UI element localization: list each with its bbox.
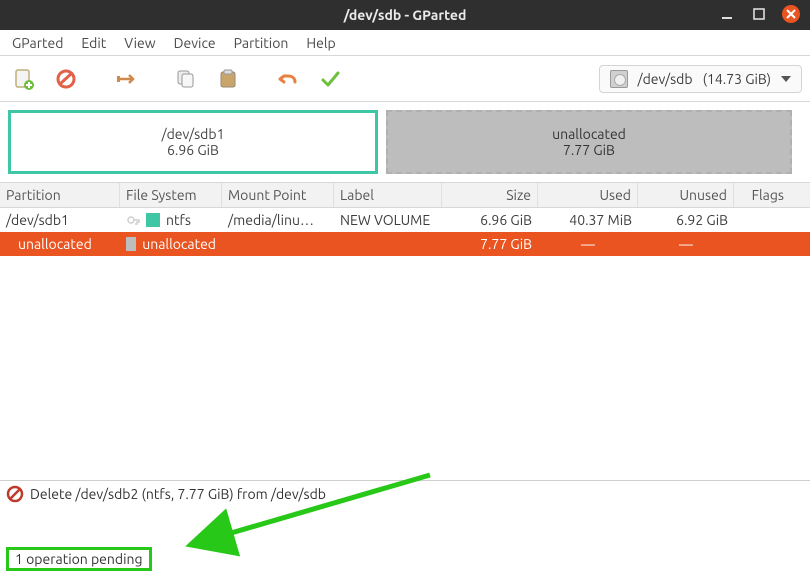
apply-icon [319,68,341,90]
window-title: /dev/sdb - GParted [8,7,802,23]
col-size[interactable]: Size [442,183,538,207]
document-new-icon [13,68,35,90]
cell-used: 40.37 MiB [538,208,638,232]
menu-help[interactable]: Help [306,35,335,51]
cell-mountpoint [222,232,334,256]
window-titlebar: /dev/sdb - GParted [0,0,810,30]
fs-swatch-unallocated [126,237,136,251]
delete-partition-button[interactable] [50,63,82,95]
no-entry-icon [55,68,77,90]
toolbar: /dev/sdb (14.73 GiB) [0,56,810,102]
paste-button[interactable] [212,63,244,95]
col-label[interactable]: Label [334,183,442,207]
cell-partition: /dev/sdb1 [0,208,120,232]
disk-map: /dev/sdb1 6.96 GiB unallocated 7.77 GiB [0,102,810,182]
cell-label [334,232,442,256]
statusbar: 1 operation pending [6,547,152,571]
cell-size: 7.77 GiB [442,232,538,256]
pending-operations: Delete /dev/sdb2 (ntfs, 7.77 GiB) from /… [0,480,810,507]
table-row[interactable]: unallocated unallocated 7.77 GiB — — [0,232,810,256]
window-controls [718,5,800,23]
device-selector[interactable]: /dev/sdb (14.73 GiB) [599,65,802,93]
diskmap-unallocated[interactable]: unallocated 7.77 GiB [386,110,792,174]
cell-used: — [538,232,638,256]
lock-icon [126,213,140,227]
cell-unused: 6.92 GiB [638,208,734,232]
menu-view[interactable]: View [124,35,155,51]
diskmap-partition-name: /dev/sdb1 [162,126,225,142]
menu-gparted[interactable]: GParted [12,35,63,51]
cell-flags [734,208,794,232]
partition-table-body: /dev/sdb1 ntfs /media/linu… NEW VOLUME 6… [0,208,810,398]
minimize-button[interactable] [718,5,736,23]
maximize-button[interactable] [750,5,768,23]
menu-partition[interactable]: Partition [234,35,289,51]
resize-icon [115,68,137,90]
cell-fs-label: unallocated [142,236,216,252]
no-entry-icon [6,485,24,503]
cell-unused: — [638,232,734,256]
undo-icon [277,68,299,90]
diskmap-unalloc-size: 7.77 GiB [563,142,615,158]
new-partition-button[interactable] [8,63,40,95]
menu-device[interactable]: Device [174,35,216,51]
fs-swatch-ntfs [146,213,160,227]
cell-filesystem: unallocated [120,232,222,256]
paste-icon [217,68,239,90]
close-button[interactable] [782,5,800,23]
device-name: /dev/sdb [638,71,693,87]
cell-partition: unallocated [0,232,120,256]
undo-button[interactable] [272,63,304,95]
pending-count: 1 operation pending [6,547,152,571]
resize-move-button[interactable] [110,63,142,95]
chevron-down-icon [781,76,791,82]
table-row[interactable]: /dev/sdb1 ntfs /media/linu… NEW VOLUME 6… [0,208,810,232]
drive-icon [610,70,628,88]
col-partition[interactable]: Partition [0,183,120,207]
menubar: GParted Edit View Device Partition Help [0,30,810,56]
col-unused[interactable]: Unused [638,183,734,207]
diskmap-partition-size: 6.96 GiB [167,142,219,158]
copy-icon [175,68,197,90]
menu-edit[interactable]: Edit [81,35,106,51]
cell-mountpoint: /media/linu… [222,208,334,232]
col-filesystem[interactable]: File System [120,183,222,207]
partition-table-header: Partition File System Mount Point Label … [0,182,810,208]
diskmap-unalloc-name: unallocated [552,126,626,142]
cell-fs-label: ntfs [166,212,191,228]
col-used[interactable]: Used [538,183,638,207]
apply-button[interactable] [314,63,346,95]
copy-button[interactable] [170,63,202,95]
col-flags[interactable]: Flags [734,183,794,207]
cell-size: 6.96 GiB [442,208,538,232]
cell-flags [734,232,794,256]
col-mountpoint[interactable]: Mount Point [222,183,334,207]
cell-label: NEW VOLUME [334,208,442,232]
annotation-arrow [160,460,440,560]
cell-filesystem: ntfs [120,208,222,232]
diskmap-partition-sdb1[interactable]: /dev/sdb1 6.96 GiB [8,110,378,174]
device-size: (14.73 GiB) [703,71,771,87]
operation-item[interactable]: Delete /dev/sdb2 (ntfs, 7.77 GiB) from /… [30,486,326,502]
